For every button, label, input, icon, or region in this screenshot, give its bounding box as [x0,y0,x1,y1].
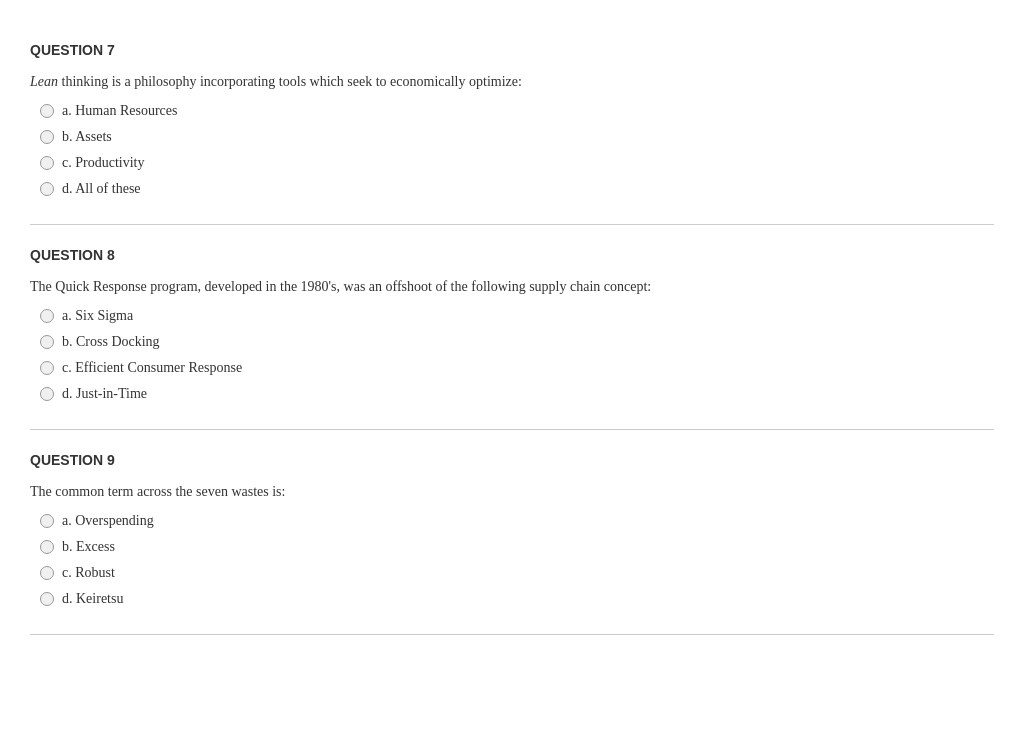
option-8b[interactable]: b. Cross Docking [40,331,994,352]
question-block-9: QUESTION 9 The common term across the se… [30,430,994,635]
radio-7d[interactable] [40,182,54,196]
page-container: QUESTION 7 Lean thinking is a philosophy… [0,0,1024,655]
radio-8c[interactable] [40,361,54,375]
option-8c[interactable]: c. Efficient Consumer Response [40,357,994,378]
option-9b[interactable]: b. Excess [40,536,994,557]
radio-7b[interactable] [40,130,54,144]
radio-8a[interactable] [40,309,54,323]
question-block-8: QUESTION 8 The Quick Response program, d… [30,225,994,430]
radio-8b[interactable] [40,335,54,349]
question-text-7: Lean thinking is a philosophy incorporat… [30,71,994,92]
option-label-8c: c. Efficient Consumer Response [62,357,242,378]
question-text-9: The common term across the seven wastes … [30,481,994,502]
option-label-7c: c. Productivity [62,152,144,173]
question-text-8: The Quick Response program, developed in… [30,276,994,297]
option-9a[interactable]: a. Overspending [40,510,994,531]
option-9c[interactable]: c. Robust [40,562,994,583]
option-label-9a: a. Overspending [62,510,154,531]
question-block-7: QUESTION 7 Lean thinking is a philosophy… [30,20,994,225]
option-label-8b: b. Cross Docking [62,331,160,352]
radio-9b[interactable] [40,540,54,554]
option-label-9b: b. Excess [62,536,115,557]
option-label-7d: d. All of these [62,178,141,199]
question-number-9: QUESTION 9 [30,450,994,471]
radio-9c[interactable] [40,566,54,580]
radio-9a[interactable] [40,514,54,528]
option-9d[interactable]: d. Keiretsu [40,588,994,609]
option-label-7a: a. Human Resources [62,100,177,121]
option-8a[interactable]: a. Six Sigma [40,305,994,326]
option-8d[interactable]: d. Just-in-Time [40,383,994,404]
option-7a[interactable]: a. Human Resources [40,100,994,121]
radio-9d[interactable] [40,592,54,606]
option-label-9c: c. Robust [62,562,115,583]
question-number-8: QUESTION 8 [30,245,994,266]
option-7b[interactable]: b. Assets [40,126,994,147]
question-text-rest-7: thinking is a philosophy incorporating t… [58,74,522,89]
option-label-9d: d. Keiretsu [62,588,123,609]
radio-7c[interactable] [40,156,54,170]
option-7d[interactable]: d. All of these [40,178,994,199]
option-label-8a: a. Six Sigma [62,305,133,326]
question-number-7: QUESTION 7 [30,40,994,61]
option-label-7b: b. Assets [62,126,112,147]
radio-7a[interactable] [40,104,54,118]
option-7c[interactable]: c. Productivity [40,152,994,173]
radio-8d[interactable] [40,387,54,401]
option-label-8d: d. Just-in-Time [62,383,147,404]
italic-lean: Lean [30,74,58,89]
